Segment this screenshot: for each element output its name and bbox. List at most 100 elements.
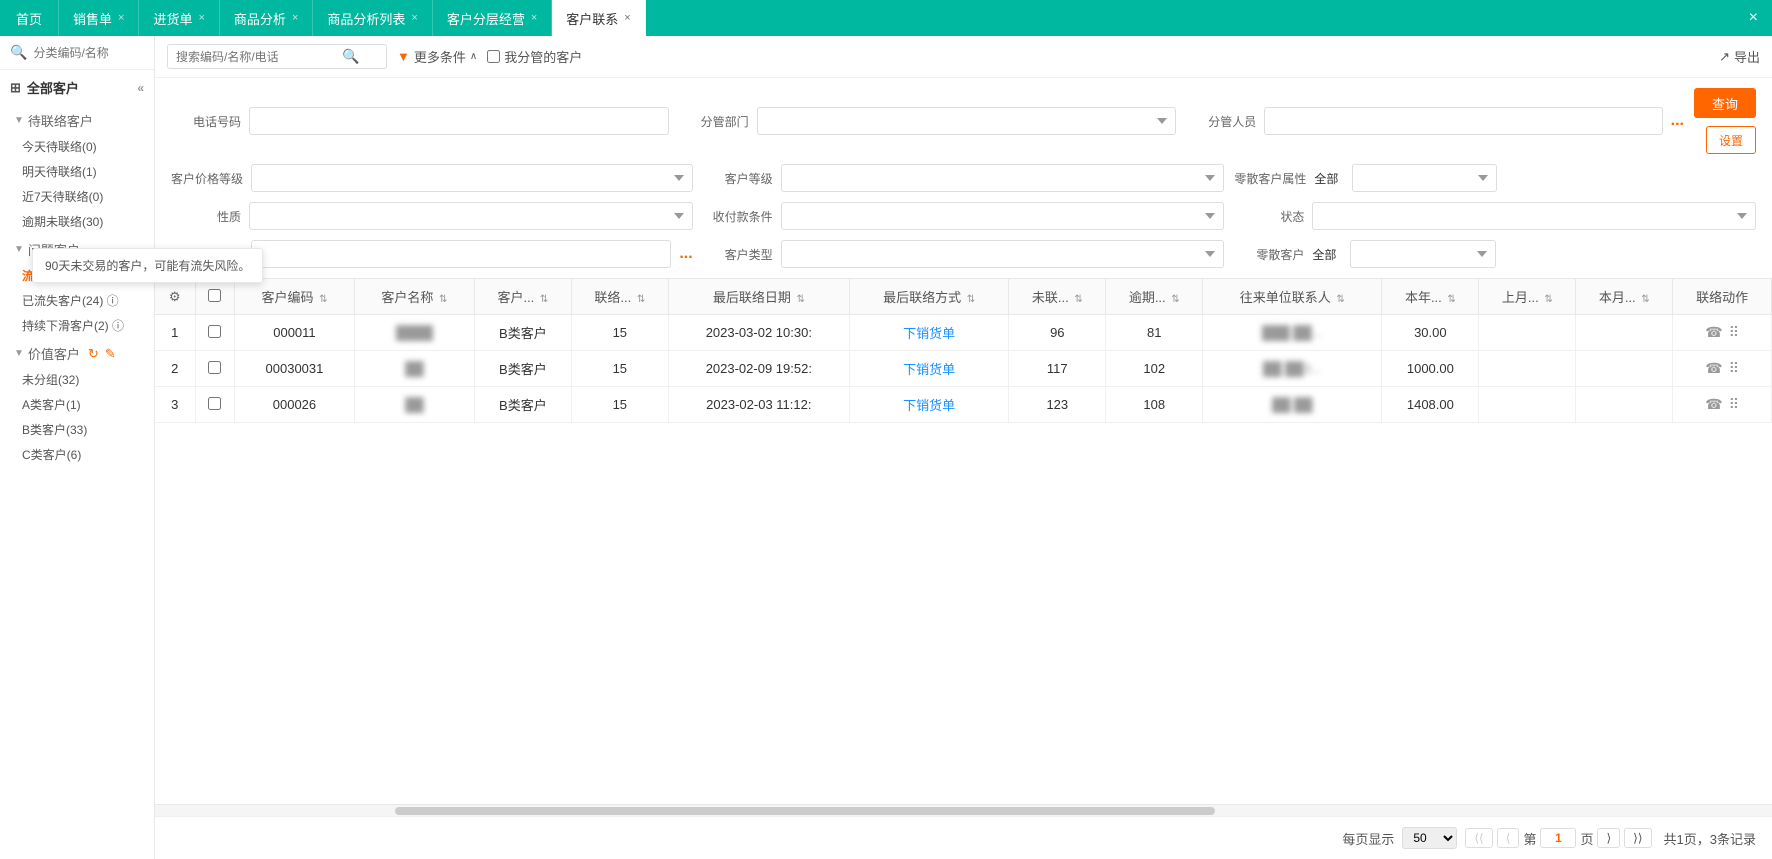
col-this-month[interactable]: 本月... ⇅ — [1576, 279, 1673, 315]
sidebar-item-today[interactable]: 今天待联络(0) — [0, 134, 154, 159]
row-checkbox[interactable] — [208, 397, 221, 410]
last-method-link[interactable]: 下销货单 — [903, 326, 955, 341]
sidebar-item-classA[interactable]: A类客户(1) — [0, 392, 154, 417]
action-contact-icon[interactable]: ☎ — [1705, 324, 1722, 341]
sidebar-item-classC[interactable]: C类客户(6) — [0, 442, 154, 467]
row-last-date: 2023-03-02 10:30: — [668, 315, 849, 351]
col-contact[interactable]: 联络... ⇅ — [571, 279, 668, 315]
sidebar-group-pending[interactable]: ▼ 待联络客户 — [0, 105, 154, 134]
sidebar-all-customers[interactable]: ⊞ 全部客户 « — [0, 70, 154, 105]
more-filter-button[interactable]: ▼ 更多条件 ∧ — [397, 47, 477, 66]
filter-zero-attr: 零散客户属性 全部 — [1234, 164, 1756, 192]
col-checkbox — [195, 279, 234, 315]
customer-type-select[interactable] — [781, 240, 1225, 268]
phone-input[interactable] — [249, 107, 669, 135]
action-more-icon[interactable]: ⠿ — [1729, 396, 1739, 413]
col-last-method[interactable]: 最后联络方式 ⇅ — [849, 279, 1008, 315]
settings-button[interactable]: 设置 — [1706, 126, 1756, 154]
advanced-filter: 电话号码 分管部门 分管人员 ... 查询 设置 — [155, 78, 1772, 279]
page-input[interactable] — [1540, 828, 1576, 848]
sidebar-search-input[interactable] — [33, 46, 144, 60]
edit-icon[interactable]: ✎ — [105, 346, 116, 362]
row-overdue: 81 — [1106, 315, 1203, 351]
settings-icon[interactable]: ⚙ — [169, 289, 181, 304]
sidebar-item-ungroup[interactable]: 未分组(32) — [0, 367, 154, 392]
row-checkbox[interactable] — [208, 361, 221, 374]
action-contact-icon[interactable]: ☎ — [1705, 396, 1722, 413]
row-name: ████ — [354, 315, 474, 351]
prev-page-button[interactable]: ⟨ — [1497, 828, 1520, 848]
last-page-button[interactable]: ⟩⟩ — [1624, 828, 1651, 848]
scrollbar-thumb[interactable] — [395, 807, 1215, 815]
first-page-button[interactable]: ⟨⟨ — [1465, 828, 1492, 848]
col-code[interactable]: 客户编码 ⇅ — [234, 279, 354, 315]
my-customers-checkbox[interactable] — [487, 50, 500, 63]
sidebar-item-7days[interactable]: 近7天待联络(0) — [0, 184, 154, 209]
col-name[interactable]: 客户名称 ⇅ — [354, 279, 474, 315]
tab-sales[interactable]: 销售单 × — [59, 0, 139, 36]
col-overdue[interactable]: 逾期... ⇅ — [1106, 279, 1203, 315]
sort-overdue-icon: ⇅ — [1171, 294, 1179, 305]
col-this-year[interactable]: 本年... ⇅ — [1382, 279, 1479, 315]
col-contact-person[interactable]: 往来单位联系人 ⇅ — [1203, 279, 1382, 315]
gender-select[interactable] — [249, 202, 693, 230]
action-contact-icon[interactable]: ☎ — [1705, 360, 1722, 377]
action-more-icon[interactable]: ⠿ — [1729, 360, 1739, 377]
last-method-link[interactable]: 下销货单 — [903, 362, 955, 377]
sidebar-item-overdue[interactable]: 逾期未联络(30) — [0, 209, 154, 234]
row-checkbox[interactable] — [208, 325, 221, 338]
tab-sales-close[interactable]: × — [118, 12, 124, 24]
sidebar-item-classB[interactable]: B类客户(33) — [0, 417, 154, 442]
tab-purchase[interactable]: 进货单 × — [139, 0, 219, 36]
price-level-select[interactable] — [251, 164, 693, 192]
horizontal-scrollbar[interactable] — [155, 804, 1772, 816]
my-customers-check[interactable]: 我分管的客户 — [487, 47, 582, 66]
sort-thismonth-icon: ⇅ — [1641, 294, 1649, 305]
action-more-icon[interactable]: ⠿ — [1729, 324, 1739, 341]
tab-analysis-list[interactable]: 商品分析列表 × — [313, 0, 432, 36]
row-actions: ☎ ⠿ — [1673, 387, 1772, 423]
person-more-icon[interactable]: ... — [1671, 112, 1684, 130]
row-this-year: 30.00 — [1382, 315, 1479, 351]
dept-select[interactable] — [757, 107, 1177, 135]
close-all-button[interactable]: × — [1735, 9, 1772, 27]
tab-analysis-close[interactable]: × — [292, 12, 298, 24]
tab-customer-layer-close[interactable]: × — [531, 12, 537, 24]
sidebar-item-declining[interactable]: 持续下滑客户(2) ⓘ — [0, 313, 154, 338]
zero-customer-select[interactable] — [1350, 240, 1495, 268]
payment-select[interactable] — [781, 202, 1225, 230]
tab-analysis-list-close[interactable]: × — [411, 12, 417, 24]
arrow-down-icon2: ▼ — [14, 244, 24, 255]
tab-customer-layer[interactable]: 客户分层经营 × — [433, 0, 552, 36]
col-type[interactable]: 客户... ⇅ — [474, 279, 571, 315]
area-input[interactable] — [251, 240, 671, 268]
person-input[interactable] — [1264, 107, 1662, 135]
select-all-checkbox[interactable] — [208, 289, 221, 302]
sidebar-group-value[interactable]: ▼ 价值客户 ↻ ✎ — [0, 338, 154, 367]
query-button[interactable]: 查询 — [1694, 88, 1756, 118]
customer-level-select[interactable] — [781, 164, 1225, 192]
tab-customer-contact-label: 客户联系 — [566, 9, 618, 28]
tab-purchase-close[interactable]: × — [198, 12, 204, 24]
per-page-select[interactable]: 50 100 200 — [1402, 827, 1457, 849]
export-button[interactable]: ↗ 导出 — [1719, 47, 1760, 66]
search-button[interactable]: 🔍 — [342, 48, 359, 65]
status-select[interactable] — [1312, 202, 1756, 230]
refresh-icon[interactable]: ↻ — [88, 346, 99, 362]
search-input[interactable] — [176, 50, 336, 64]
tab-home[interactable]: 首页 — [0, 0, 59, 36]
zero-attr-select[interactable] — [1352, 164, 1497, 192]
tab-customer-contact-close[interactable]: × — [624, 12, 630, 24]
col-settings[interactable]: ⚙ — [155, 279, 195, 315]
sidebar-item-churned[interactable]: 已流失客户(24) ⓘ — [0, 288, 154, 313]
col-last-month[interactable]: 上月... ⇅ — [1479, 279, 1576, 315]
col-last-date[interactable]: 最后联络日期 ⇅ — [668, 279, 849, 315]
sidebar-item-tomorrow[interactable]: 明天待联络(1) — [0, 159, 154, 184]
tab-analysis[interactable]: 商品分析 × — [220, 0, 313, 36]
area-more-icon[interactable]: ... — [679, 245, 692, 263]
col-no-contact[interactable]: 未联... ⇅ — [1009, 279, 1106, 315]
next-page-button[interactable]: ⟩ — [1597, 828, 1620, 848]
collapse-icon[interactable]: « — [137, 81, 144, 95]
tab-customer-contact[interactable]: 客户联系 × — [552, 0, 645, 36]
last-method-link[interactable]: 下销货单 — [903, 398, 955, 413]
